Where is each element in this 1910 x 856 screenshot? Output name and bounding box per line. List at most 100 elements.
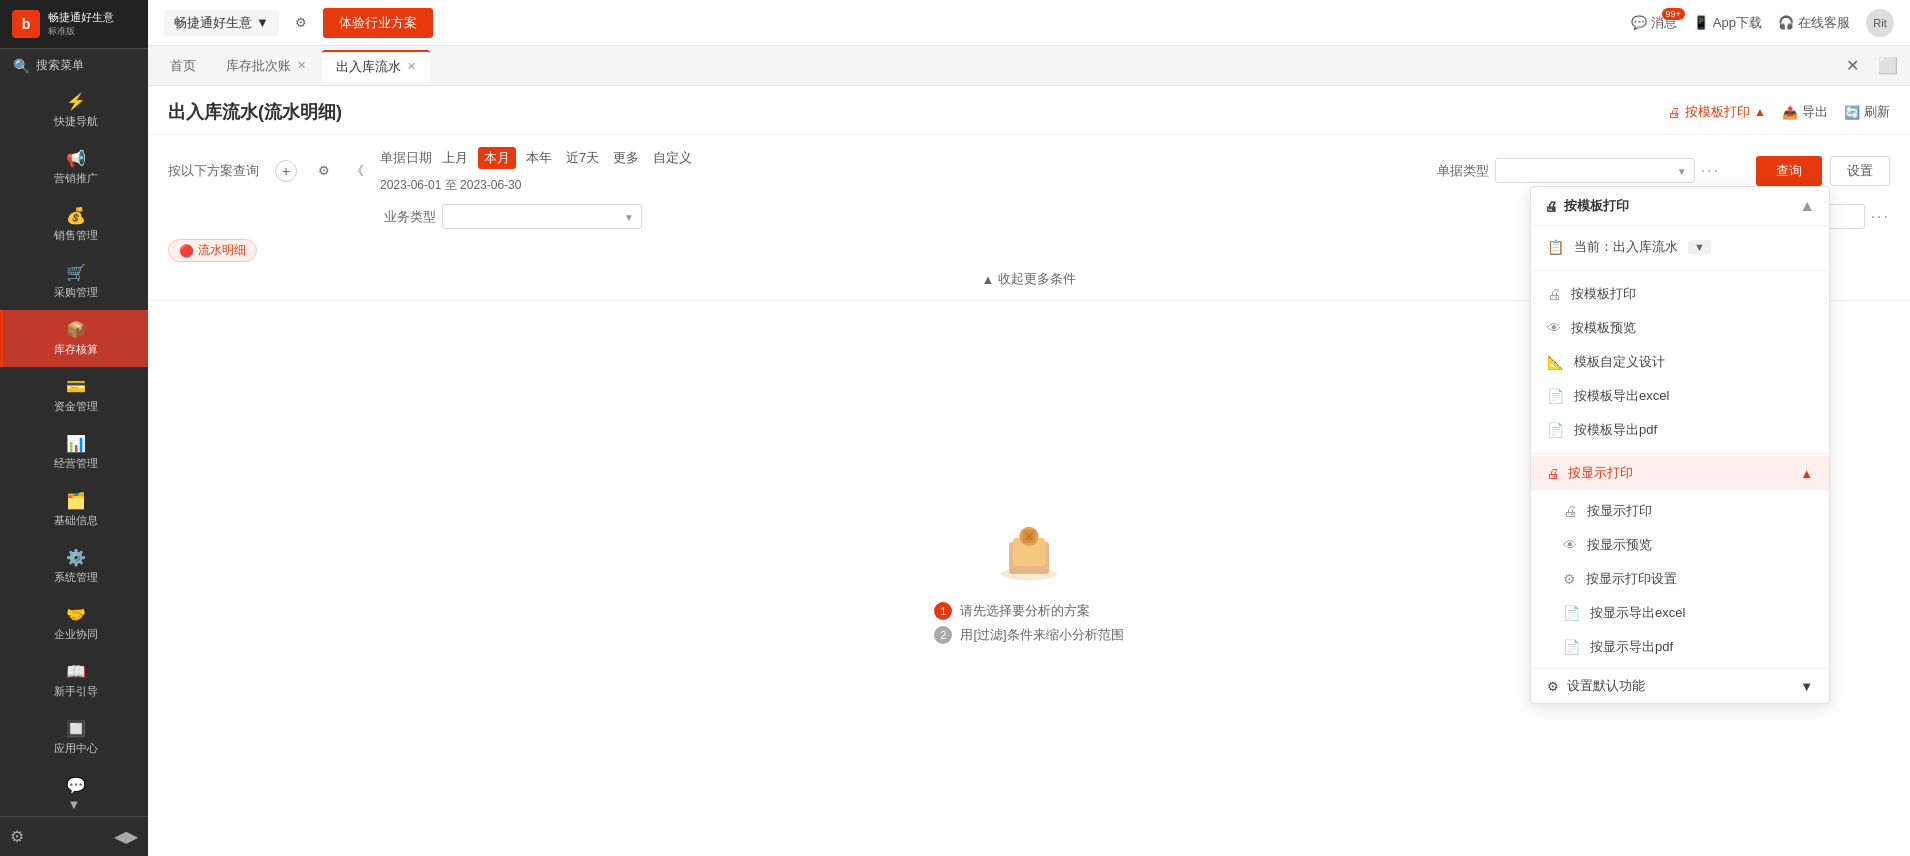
dropdown-current-item[interactable]: 📋 当前：出入库流水 ▼ [1531, 230, 1829, 264]
template-export-pdf-item[interactable]: 📄 按模板导出pdf [1531, 413, 1829, 447]
dropdown-divider-1 [1531, 270, 1829, 271]
tab-batch-close[interactable]: ✕ [297, 59, 306, 72]
sidebar-item-basic[interactable]: 🗂️ 基础信息 [0, 481, 148, 538]
business-type-wrapper [442, 204, 642, 229]
display-print-item[interactable]: 🖨 按显示打印 [1531, 494, 1829, 528]
message-button[interactable]: 💬 消息 99+ [1631, 14, 1677, 32]
template-section: 🖨 按模板打印 👁 按模板预览 📐 模板自定义设计 📄 按模板导出excel [1531, 273, 1829, 451]
empty-illustration [989, 514, 1069, 594]
close-window-button[interactable]: ✕ [1838, 52, 1866, 80]
content-area: 出入库流水(流水明细) 🖨 按模板打印 ▲ 📤 导出 🔄 [148, 86, 1910, 856]
template-print-item[interactable]: 🖨 按模板打印 [1531, 277, 1829, 311]
date-this-year[interactable]: 本年 [522, 147, 556, 169]
settings-icon[interactable]: ⚙ [10, 827, 24, 846]
search-icon: 🔍 [13, 58, 30, 74]
template-preview-item[interactable]: 👁 按模板预览 [1531, 311, 1829, 345]
sidebar-item-sales[interactable]: 💰 销售管理 [0, 196, 148, 253]
setting-button[interactable]: 设置 [1830, 156, 1890, 186]
sidebar-item-inventory[interactable]: 📦 库存核算 [0, 310, 148, 367]
business-type-select[interactable] [442, 204, 642, 229]
query-button[interactable]: 查询 [1756, 156, 1822, 186]
empty-step-1: 1 请先选择要分析的方案 [934, 602, 1123, 620]
sidebar-item-operations[interactable]: 📊 经营管理 [0, 424, 148, 481]
template-custom-item[interactable]: 📐 模板自定义设计 [1531, 345, 1829, 379]
doc-type-select[interactable] [1495, 158, 1695, 183]
date-this-month[interactable]: 本月 [478, 147, 516, 169]
page-header: 出入库流水(流水明细) 🖨 按模板打印 ▲ 📤 导出 🔄 [148, 86, 1910, 135]
sidebar-scroll-down[interactable]: ▼ [0, 793, 148, 816]
dropdown-current-section: 📋 当前：出入库流水 ▼ [1531, 226, 1829, 268]
display-excel-icon: 📄 [1563, 605, 1580, 621]
dropdown-title: 🖨 按模板打印 [1545, 197, 1629, 215]
dropdown-footer[interactable]: ⚙ 设置默认功能 ▼ [1531, 668, 1829, 703]
company-selector[interactable]: 畅捷通好生意 ▼ [164, 10, 279, 36]
tab-home[interactable]: 首页 [156, 51, 210, 81]
sidebar-item-finance[interactable]: 💳 资金管理 [0, 367, 148, 424]
system-icon: ⚙️ [66, 548, 86, 567]
date-field-label: 单据日期 [380, 149, 432, 167]
business-type-col: 业务类型 [384, 204, 642, 229]
print-dropdown-icon: 🖨 [1545, 199, 1558, 214]
sidebar-item-collab[interactable]: 🤝 企业协同 [0, 595, 148, 652]
customer-service-button[interactable]: 🎧 在线客服 [1778, 14, 1850, 32]
business-type-label: 业务类型 [384, 208, 436, 226]
top-header: 畅捷通好生意 ▼ ⚙ 体验行业方案 💬 消息 99+ 📱 App下载 🎧 [148, 0, 1910, 46]
sidebar-item-marketing[interactable]: 📢 营销推广 [0, 139, 148, 196]
display-print-settings-item[interactable]: ⚙ 按显示打印设置 [1531, 562, 1829, 596]
app-download-button[interactable]: 📱 App下载 [1693, 14, 1762, 32]
display-preview-icon: 👁 [1563, 537, 1577, 553]
display-export-excel-item[interactable]: 📄 按显示导出excel [1531, 596, 1829, 630]
filter-tag-label: 流水明细 [198, 242, 246, 259]
sidebar-item-system[interactable]: ⚙️ 系统管理 [0, 538, 148, 595]
date-last7[interactable]: 近7天 [562, 147, 603, 169]
sidebar-item-guide[interactable]: 📖 新手引导 [0, 652, 148, 709]
sidebar-item-quick-nav[interactable]: ⚡ 快捷导航 [0, 82, 148, 139]
filter-add-button[interactable]: + [275, 160, 297, 182]
display-preview-item[interactable]: 👁 按显示预览 [1531, 528, 1829, 562]
filter-collapse-button[interactable]: 《 [351, 162, 364, 180]
collapse-sidebar-icon[interactable]: ◀▶ [114, 827, 138, 846]
date-more[interactable]: 更多 [609, 147, 643, 169]
date-custom[interactable]: 自定义 [649, 147, 696, 169]
sidebar-item-wechat[interactable]: 💬 企业微信 [0, 766, 148, 793]
sidebar-item-apps[interactable]: 🔲 应用中心 [0, 709, 148, 766]
export-button[interactable]: 📤 导出 [1782, 103, 1828, 121]
tab-flowwater-close[interactable]: ✕ [407, 60, 416, 73]
header-gear-button[interactable]: ⚙ [287, 9, 315, 37]
current-label: 当前：出入库流水 [1574, 238, 1678, 256]
operations-icon: 📊 [66, 434, 86, 453]
display-section: 🖨 按显示打印 👁 按显示预览 ⚙ 按显示打印设置 📄 按显示导出excel [1531, 490, 1829, 668]
tab-batch[interactable]: 库存批次账 ✕ [212, 51, 320, 81]
warehouse-more[interactable]: ··· [1871, 208, 1890, 226]
dropdown-toggle[interactable]: ▲ [1799, 197, 1815, 215]
refresh-button[interactable]: 🔄 刷新 [1844, 103, 1890, 121]
tab-flowwater[interactable]: 出入库流水 ✕ [322, 50, 430, 82]
trial-button[interactable]: 体验行业方案 [323, 8, 433, 38]
maximize-window-button[interactable]: ⬜ [1874, 52, 1902, 80]
display-export-pdf-item[interactable]: 📄 按显示导出pdf [1531, 630, 1829, 664]
template-preview-icon: 👁 [1547, 320, 1561, 336]
app-logo: b 畅捷通好生意 标准版 [0, 0, 148, 49]
filter-tag: 🔴 流水明细 [168, 239, 257, 262]
filter-setting-button[interactable]: ⚙ [313, 160, 335, 182]
user-avatar[interactable]: Rit [1866, 9, 1894, 37]
display-section-header[interactable]: 🖨 按显示打印 ▲ [1531, 456, 1829, 490]
doc-type-label: 单据类型 [1437, 162, 1489, 180]
quick-nav-icon: ⚡ [66, 92, 86, 111]
template-export-excel-item[interactable]: 📄 按模板导出excel [1531, 379, 1829, 413]
template-custom-icon: 📐 [1547, 354, 1564, 370]
dropdown-header: 🖨 按模板打印 ▲ [1531, 187, 1829, 226]
footer-chevron-icon: ▼ [1800, 679, 1813, 694]
doc-type-more[interactable]: ··· [1701, 162, 1720, 180]
date-prev-month[interactable]: 上月 [438, 147, 472, 169]
sidebar-item-purchase[interactable]: 🛒 采购管理 [0, 253, 148, 310]
company-name: 畅捷通好生意 [174, 14, 252, 32]
headset-icon: 🎧 [1778, 15, 1794, 30]
refresh-icon: 🔄 [1844, 105, 1860, 120]
display-header-icon: 🖨 [1547, 466, 1560, 481]
main-area: 畅捷通好生意 ▼ ⚙ 体验行业方案 💬 消息 99+ 📱 App下载 🎧 [148, 0, 1910, 856]
sidebar-search[interactable]: 🔍 搜索菜单 [0, 49, 148, 82]
print-button[interactable]: 🖨 按模板打印 ▲ [1668, 103, 1766, 121]
marketing-icon: 📢 [66, 149, 86, 168]
print-dropdown-panel: 🖨 按模板打印 ▲ 📋 当前：出入库流水 ▼ 🖨 [1530, 186, 1830, 704]
